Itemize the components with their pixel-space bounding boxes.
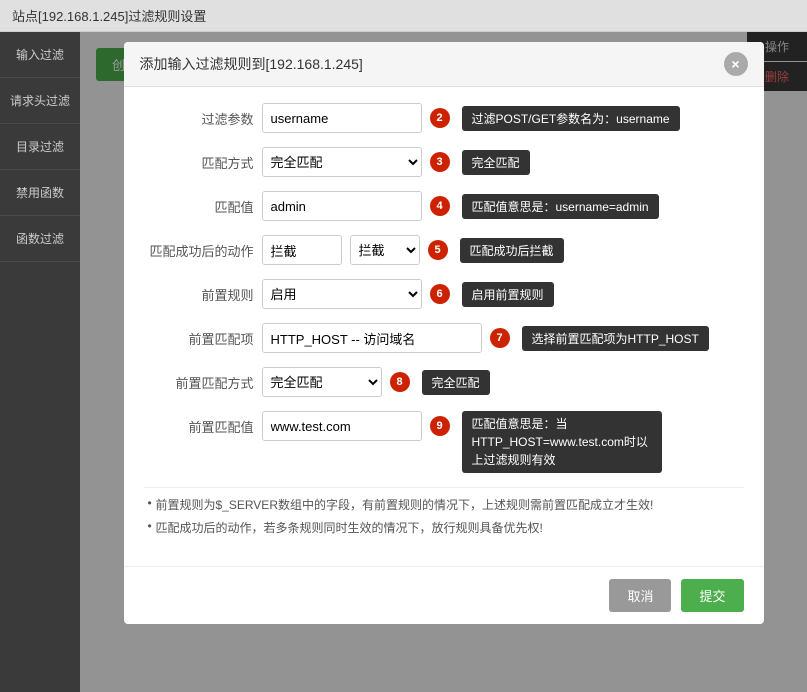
sidebar-item-dir-filter[interactable]: 目录过滤 bbox=[0, 124, 80, 170]
action-input[interactable] bbox=[262, 235, 342, 265]
step4-badge: 4 bbox=[430, 196, 450, 216]
step5-badge: 5 bbox=[428, 240, 448, 260]
match-tooltip: 完全匹配 bbox=[462, 150, 530, 175]
match-val-input[interactable] bbox=[262, 191, 422, 221]
step8-badge: 8 bbox=[390, 372, 410, 392]
modal-title: 添加输入过滤规则到[192.168.1.245] bbox=[140, 54, 363, 74]
step6-badge: 6 bbox=[430, 284, 450, 304]
modal-overlay: 添加输入过滤规则到[192.168.1.245] × 过滤参数 2 bbox=[80, 32, 807, 692]
prereq-match-tooltip: 完全匹配 bbox=[422, 370, 490, 395]
modal-dialog: 添加输入过滤规则到[192.168.1.245] × 过滤参数 2 bbox=[124, 42, 764, 624]
step9-badge: 9 bbox=[430, 416, 450, 436]
prereq-match-label: 前置匹配方式 bbox=[144, 373, 254, 392]
prereq-select[interactable]: 启用 禁用 bbox=[262, 279, 422, 309]
prereq-val-tooltip: 匹配值意思是：当HTTP_HOST=www.test.com时以上过滤规则有效 bbox=[462, 411, 662, 473]
prereq-row: 前置规则 启用 禁用 6 启用前置规则 bbox=[144, 279, 744, 309]
main-container: 站点[192.168.1.245]过滤规则设置 输入过滤 请求头过滤 目录过滤 … bbox=[0, 0, 807, 692]
notes-section: 前置规则为$_SERVER数组中的字段，有前置规则的情况下，上述规则需前置匹配成… bbox=[144, 487, 744, 550]
page-title: 站点[192.168.1.245]过滤规则设置 bbox=[12, 9, 206, 24]
content-area: 输入过滤 请求头过滤 目录过滤 禁用函数 函数过滤 创建过滤规则 ← 1 bbox=[0, 32, 807, 692]
param-row: 过滤参数 2 过滤POST/GET参数名为：username bbox=[144, 103, 744, 133]
prereq-field-input[interactable] bbox=[262, 323, 482, 353]
prereq-label: 前置规则 bbox=[144, 285, 254, 304]
step7-badge: 7 bbox=[490, 328, 510, 348]
param-tooltip: 过滤POST/GET参数名为：username bbox=[462, 106, 680, 131]
note-1: 前置规则为$_SERVER数组中的字段，有前置规则的情况下，上述规则需前置匹配成… bbox=[148, 496, 740, 513]
modal-body: 过滤参数 2 过滤POST/GET参数名为：username 匹配方式 完全匹配 bbox=[124, 87, 764, 566]
prereq-val-row: 前置匹配值 9 匹配值意思是：当HTTP_HOST=www.test.com时以… bbox=[144, 411, 744, 473]
cancel-button[interactable]: 取消 bbox=[609, 579, 671, 612]
match-val-row: 匹配值 4 匹配值意思是：username=admin bbox=[144, 191, 744, 221]
prereq-val-label: 前置匹配值 bbox=[144, 411, 254, 436]
submit-button[interactable]: 提交 bbox=[681, 579, 743, 612]
prereq-field-label: 前置匹配项 bbox=[144, 329, 254, 348]
modal-header: 添加输入过滤规则到[192.168.1.245] × bbox=[124, 42, 764, 87]
match-val-tooltip: 匹配值意思是：username=admin bbox=[462, 194, 659, 219]
match-label: 匹配方式 bbox=[144, 153, 254, 172]
prereq-tooltip: 启用前置规则 bbox=[462, 282, 554, 307]
prereq-field-tooltip: 选择前置匹配项为HTTP_HOST bbox=[522, 326, 709, 351]
prereq-field-row: 前置匹配项 7 选择前置匹配项为HTTP_HOST bbox=[144, 323, 744, 353]
sidebar-item-disable-func[interactable]: 禁用函数 bbox=[0, 170, 80, 216]
prereq-match-row: 前置匹配方式 完全匹配 包含匹配 正则匹配 8 完全匹配 bbox=[144, 367, 744, 397]
prereq-val-input[interactable] bbox=[262, 411, 422, 441]
param-input[interactable] bbox=[262, 103, 422, 133]
action-select[interactable]: 拦截 放行 记录 bbox=[350, 235, 420, 265]
modal-close-button[interactable]: × bbox=[724, 52, 748, 76]
match-val-label: 匹配值 bbox=[144, 197, 254, 216]
sidebar-item-func-filter[interactable]: 函数过滤 bbox=[0, 216, 80, 262]
sidebar-item-input-filter[interactable]: 输入过滤 bbox=[0, 32, 80, 78]
action-row: 匹配成功后的动作 拦截 放行 记录 5 匹配成功后拦截 bbox=[144, 235, 744, 265]
match-select[interactable]: 完全匹配 包含匹配 正则匹配 bbox=[262, 147, 422, 177]
sidebar: 输入过滤 请求头过滤 目录过滤 禁用函数 函数过滤 bbox=[0, 32, 80, 692]
match-row: 匹配方式 完全匹配 包含匹配 正则匹配 3 完全匹配 bbox=[144, 147, 744, 177]
note-2: 匹配成功后的动作，若多条规则同时生效的情况下，放行规则具备优先权! bbox=[148, 519, 740, 536]
action-label: 匹配成功后的动作 bbox=[144, 241, 254, 260]
step2-badge: 2 bbox=[430, 108, 450, 128]
step3-badge: 3 bbox=[430, 152, 450, 172]
page-title-bar: 站点[192.168.1.245]过滤规则设置 bbox=[0, 0, 807, 32]
modal-footer: 取消 提交 bbox=[124, 566, 764, 624]
main-content: 创建过滤规则 ← 1 点击创建过滤规则 操作 删除 添加输入过滤规则到[192 bbox=[80, 32, 807, 692]
action-tooltip: 匹配成功后拦截 bbox=[460, 238, 564, 263]
param-label: 过滤参数 bbox=[144, 109, 254, 128]
sidebar-item-request-header-filter[interactable]: 请求头过滤 bbox=[0, 78, 80, 124]
prereq-match-select[interactable]: 完全匹配 包含匹配 正则匹配 bbox=[262, 367, 382, 397]
